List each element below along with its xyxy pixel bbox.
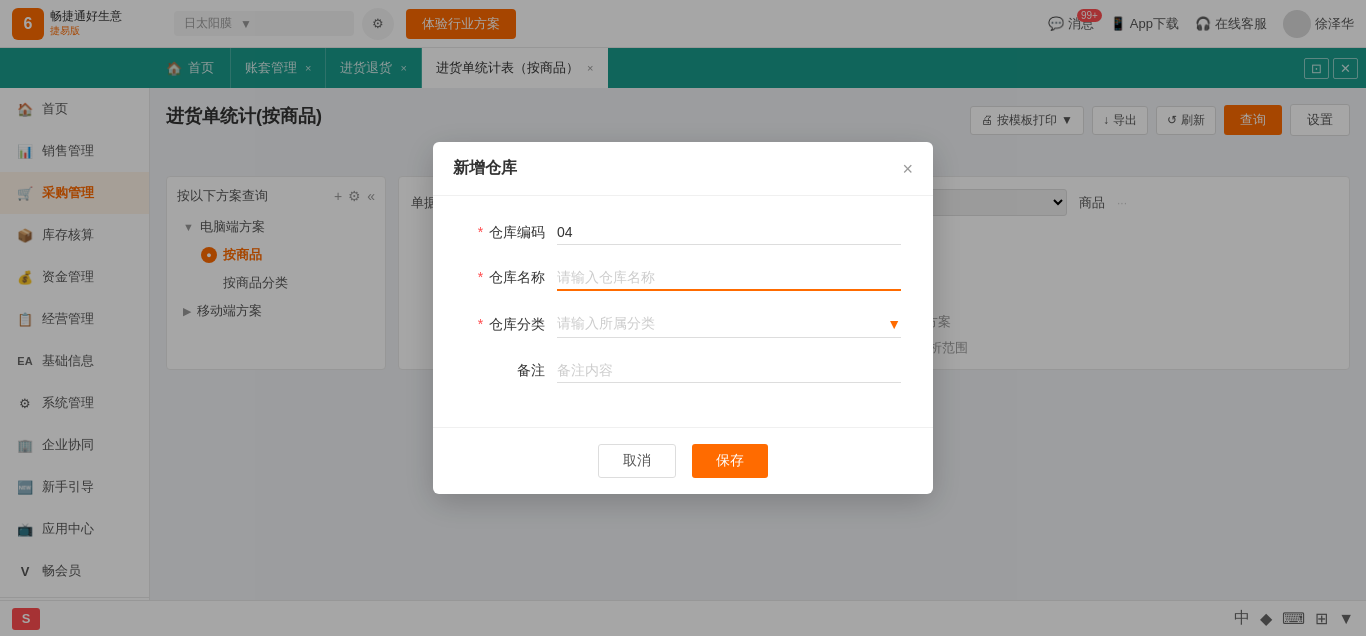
code-label: * 仓库编码 <box>465 224 545 242</box>
form-row-code: * 仓库编码 <box>465 220 901 245</box>
warehouse-code-input[interactable] <box>557 220 901 245</box>
new-warehouse-dialog: 新增仓库 × * 仓库编码 * 仓库名称 <box>433 142 933 494</box>
remark-input[interactable] <box>557 358 901 383</box>
cancel-button[interactable]: 取消 <box>598 444 676 478</box>
dialog-body: * 仓库编码 * 仓库名称 * 仓库分类 请输入所属 <box>433 196 933 427</box>
required-star-name: * <box>478 269 483 285</box>
dialog-close-button[interactable]: × <box>902 160 913 178</box>
dialog-footer: 取消 保存 <box>433 427 933 494</box>
required-star-code: * <box>478 224 483 240</box>
required-star-category: * <box>478 316 483 332</box>
name-label: * 仓库名称 <box>465 269 545 287</box>
category-dropdown-icon: ▼ <box>887 316 901 332</box>
modal-overlay: 新增仓库 × * 仓库编码 * 仓库名称 <box>0 0 1366 636</box>
dialog-header: 新增仓库 × <box>433 142 933 196</box>
category-select[interactable]: 请输入所属分类 ▼ <box>557 311 901 338</box>
category-label: * 仓库分类 <box>465 316 545 334</box>
category-placeholder: 请输入所属分类 <box>557 315 655 333</box>
dialog-title: 新增仓库 <box>453 158 517 179</box>
form-row-name: * 仓库名称 <box>465 265 901 291</box>
form-row-remark: 备注 <box>465 358 901 383</box>
warehouse-name-input[interactable] <box>557 265 901 291</box>
remark-label: 备注 <box>465 362 545 380</box>
form-row-category: * 仓库分类 请输入所属分类 ▼ <box>465 311 901 338</box>
save-button[interactable]: 保存 <box>692 444 768 478</box>
